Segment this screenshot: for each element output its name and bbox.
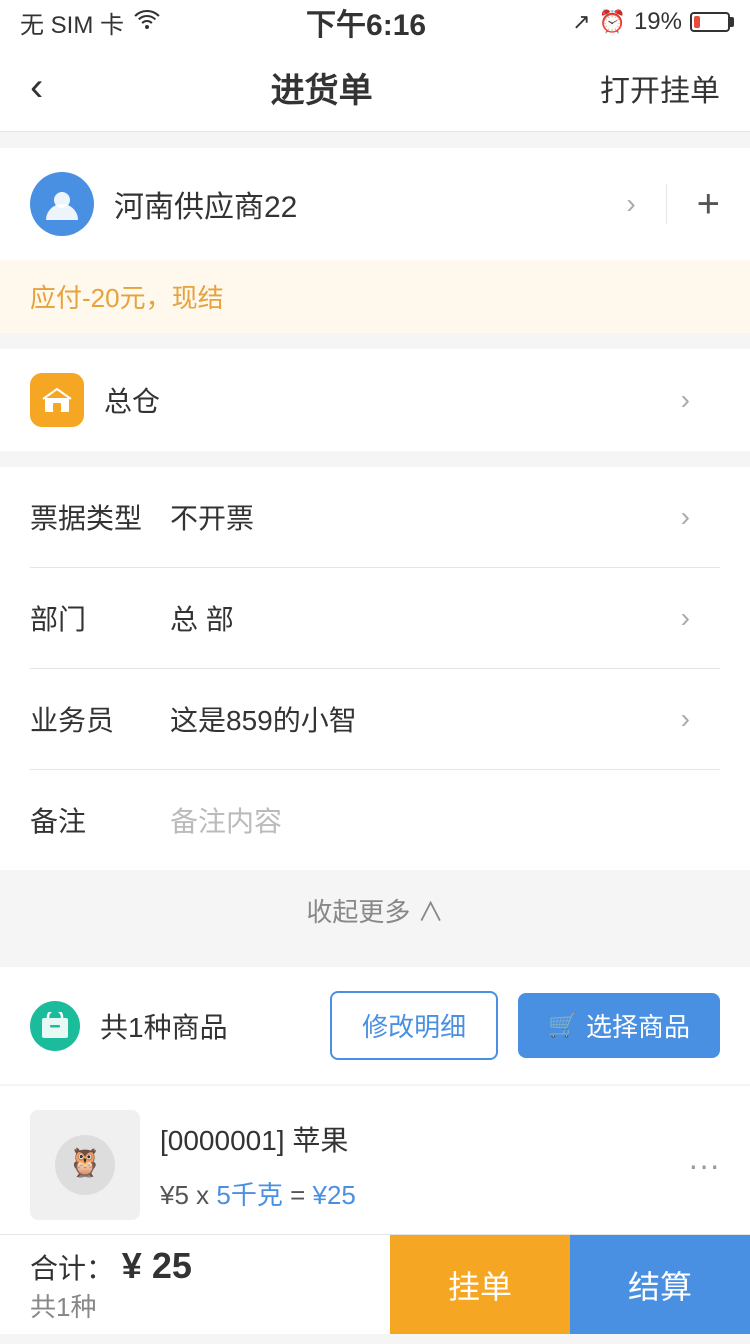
total-label: 合计： bbox=[30, 1253, 114, 1284]
hang-button[interactable]: 挂单 bbox=[390, 1235, 570, 1334]
wifi-icon bbox=[134, 8, 160, 36]
product-item: 🦉 [0000001] 苹果 ¥5 x 5千克 = ¥25 ··· bbox=[0, 1086, 750, 1244]
battery-icon bbox=[690, 12, 730, 32]
product-thumbnail: 🦉 bbox=[30, 1110, 140, 1220]
alarm-icon: ⏰ bbox=[599, 9, 626, 35]
cart-icon: 🛒 bbox=[548, 1011, 578, 1040]
collapse-button[interactable]: 收起更多 ∧ bbox=[0, 870, 750, 951]
salesperson-value: 这是859的小智 bbox=[170, 699, 681, 739]
warehouse-icon bbox=[30, 373, 84, 427]
warehouse-name: 总仓 bbox=[104, 380, 681, 420]
salesperson-chevron-icon: › bbox=[681, 703, 690, 735]
open-hang-button[interactable]: 打开挂单 bbox=[600, 66, 720, 110]
supplier-name: 河南供应商22 bbox=[114, 182, 626, 226]
remark-placeholder: 备注内容 bbox=[170, 800, 720, 840]
carrier-text: 无 SIM 卡 bbox=[20, 5, 124, 40]
location-icon: ↗ bbox=[572, 9, 590, 35]
bottom-bar: 合计： ¥ 25 共1种 挂单 结算 bbox=[0, 1234, 750, 1334]
select-product-button[interactable]: 🛒 选择商品 bbox=[518, 993, 720, 1058]
invoice-type-value: 不开票 bbox=[170, 497, 681, 537]
department-chevron-icon: › bbox=[681, 602, 690, 634]
page-title: 进货单 bbox=[271, 63, 373, 112]
product-count-text: 共1种商品 bbox=[100, 1006, 310, 1046]
department-label: 部门 bbox=[30, 598, 170, 638]
status-time: 下午6:16 bbox=[306, 0, 426, 44]
total-amount: ¥ 25 bbox=[122, 1245, 192, 1286]
price-text: ¥5 x bbox=[160, 1180, 216, 1210]
equals-text: = bbox=[283, 1180, 313, 1210]
product-header-section: 共1种商品 修改明细 🛒 选择商品 bbox=[0, 967, 750, 1084]
warehouse-row[interactable]: 总仓 › bbox=[0, 349, 750, 451]
salesperson-row[interactable]: 业务员 这是859的小智 › bbox=[0, 669, 750, 769]
supplier-avatar bbox=[30, 172, 94, 236]
department-row[interactable]: 部门 总 部 › bbox=[0, 568, 750, 668]
supplier-alert-banner: 应付-20元，现结 bbox=[0, 260, 750, 333]
status-left: 无 SIM 卡 bbox=[20, 5, 160, 40]
status-right: ↗ ⏰ 19% bbox=[572, 8, 730, 36]
product-name: [0000001] 苹果 bbox=[160, 1119, 668, 1159]
supplier-row: 河南供应商22 › + bbox=[0, 148, 750, 260]
nav-bar: ‹ 进货单 打开挂单 bbox=[0, 44, 750, 132]
status-bar: 无 SIM 卡 下午6:16 ↗ ⏰ 19% bbox=[0, 0, 750, 44]
product-header: 共1种商品 修改明细 🛒 选择商品 bbox=[0, 967, 750, 1084]
remark-label: 备注 bbox=[30, 800, 170, 840]
department-value: 总 部 bbox=[170, 598, 681, 638]
supplier-chevron-icon: › bbox=[626, 188, 635, 220]
form-section: 票据类型 不开票 › 部门 总 部 › 业务员 这是859的小智 › 备注 备注… bbox=[0, 467, 750, 870]
battery-percent: 19% bbox=[634, 8, 682, 36]
invoice-type-row[interactable]: 票据类型 不开票 › bbox=[0, 467, 750, 567]
total-row: 合计： ¥ 25 bbox=[30, 1245, 360, 1287]
bottom-total: 合计： ¥ 25 共1种 bbox=[0, 1235, 390, 1334]
warehouse-section: 总仓 › bbox=[0, 349, 750, 451]
salesperson-label: 业务员 bbox=[30, 699, 170, 739]
settle-button[interactable]: 结算 bbox=[570, 1235, 750, 1334]
remark-row[interactable]: 备注 备注内容 bbox=[0, 770, 750, 870]
invoice-chevron-icon: › bbox=[681, 501, 690, 533]
divider bbox=[666, 184, 667, 224]
warehouse-chevron-icon: › bbox=[681, 384, 690, 416]
collapse-label: 收起更多 ∧ bbox=[306, 892, 443, 929]
edit-detail-button[interactable]: 修改明细 bbox=[330, 991, 498, 1060]
svg-text:🦉: 🦉 bbox=[68, 1147, 103, 1179]
total-count: 共1种 bbox=[30, 1287, 360, 1324]
product-price: ¥5 x 5千克 = ¥25 bbox=[160, 1175, 668, 1212]
total-text: ¥25 bbox=[312, 1180, 355, 1210]
add-supplier-button[interactable]: + bbox=[697, 182, 720, 227]
select-product-label: 选择商品 bbox=[586, 1007, 690, 1044]
qty-text: 5千克 bbox=[216, 1180, 282, 1210]
invoice-type-label: 票据类型 bbox=[30, 497, 170, 537]
supplier-section: 河南供应商22 › + 应付-20元，现结 bbox=[0, 148, 750, 333]
back-button[interactable]: ‹ bbox=[30, 65, 43, 110]
product-count-icon bbox=[30, 1001, 80, 1051]
product-info: [0000001] 苹果 ¥5 x 5千克 = ¥25 bbox=[160, 1119, 668, 1212]
product-more-button[interactable]: ··· bbox=[688, 1147, 720, 1184]
